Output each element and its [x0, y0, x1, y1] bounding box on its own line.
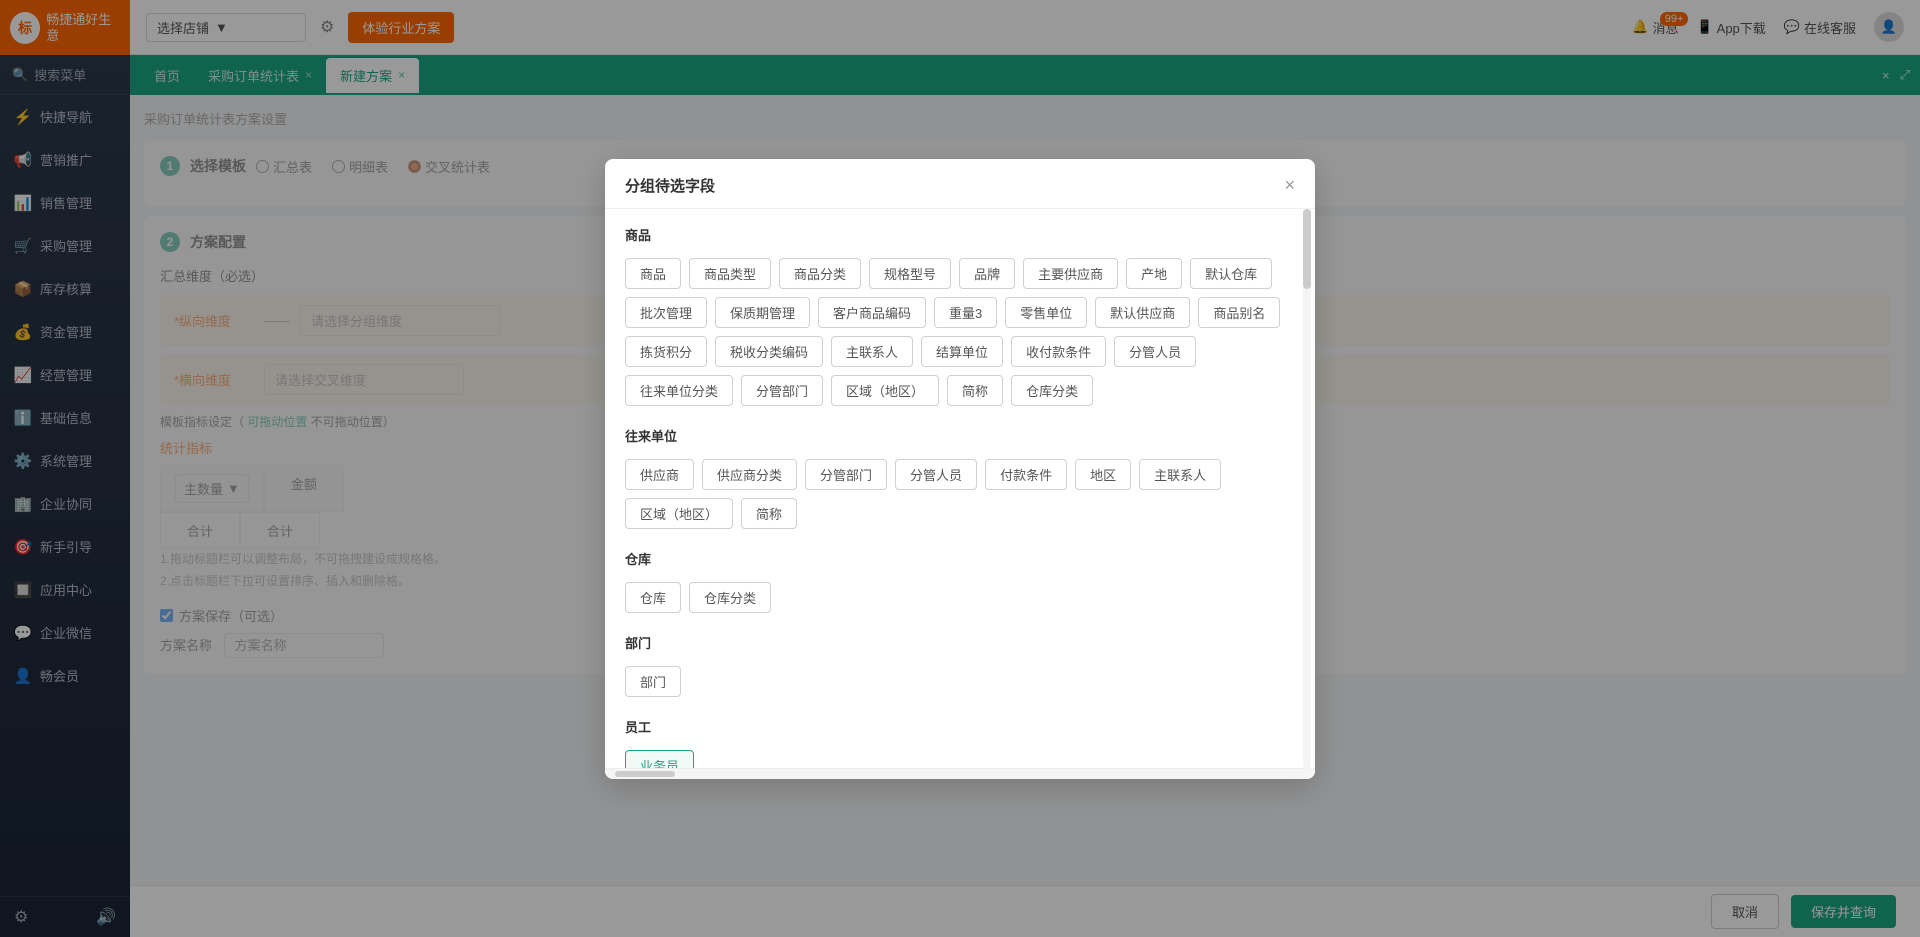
- field-tag[interactable]: 主联系人: [1139, 459, 1221, 490]
- warehouse-fields: 仓库 仓库分类: [625, 582, 1295, 613]
- field-tag[interactable]: 区域（地区）: [831, 375, 939, 406]
- field-tag[interactable]: 收付款条件: [1011, 336, 1106, 367]
- field-tag[interactable]: 分管部门: [741, 375, 823, 406]
- field-tag[interactable]: 拣货积分: [625, 336, 707, 367]
- field-tag[interactable]: 商品类型: [689, 258, 771, 289]
- section-warehouse-title: 仓库: [625, 549, 1295, 572]
- counterparty-fields: 供应商 供应商分类 分管部门 分管人员 付款条件 地区 主联系人 区域（地区） …: [625, 459, 1295, 529]
- field-tag[interactable]: 主联系人: [831, 336, 913, 367]
- dialog-hscroll-thumb[interactable]: [615, 771, 675, 777]
- field-tag[interactable]: 地区: [1075, 459, 1131, 490]
- field-tag[interactable]: 默认仓库: [1190, 258, 1272, 289]
- dialog-scrollbar-thumb[interactable]: [1303, 209, 1311, 289]
- employee-fields: 业务员: [625, 750, 1295, 768]
- section-employee: 员工 业务员: [625, 717, 1295, 768]
- field-tag[interactable]: 仓库分类: [1011, 375, 1093, 406]
- section-department-title: 部门: [625, 633, 1295, 656]
- field-tag[interactable]: 产地: [1126, 258, 1182, 289]
- field-tag[interactable]: 仓库分类: [689, 582, 771, 613]
- field-tag[interactable]: 商品分类: [779, 258, 861, 289]
- section-employee-title: 员工: [625, 717, 1295, 740]
- section-goods: 商品 商品 商品类型 商品分类 规格型号 品牌 主要供应商 产地 默认仓库 批次…: [625, 225, 1295, 406]
- field-tag[interactable]: 仓库: [625, 582, 681, 613]
- field-tag[interactable]: 默认供应商: [1095, 297, 1190, 328]
- department-fields: 部门: [625, 666, 1295, 697]
- field-tag[interactable]: 分管人员: [895, 459, 977, 490]
- field-tag[interactable]: 付款条件: [985, 459, 1067, 490]
- section-warehouse: 仓库 仓库 仓库分类: [625, 549, 1295, 613]
- goods-fields: 商品 商品类型 商品分类 规格型号 品牌 主要供应商 产地 默认仓库 批次管理 …: [625, 258, 1295, 406]
- field-tag[interactable]: 主要供应商: [1023, 258, 1118, 289]
- field-tag[interactable]: 结算单位: [921, 336, 1003, 367]
- section-counterparty-title: 往来单位: [625, 426, 1295, 449]
- field-tag[interactable]: 品牌: [959, 258, 1015, 289]
- field-tag[interactable]: 供应商分类: [702, 459, 797, 490]
- dialog: 分组待选字段 × 商品 商品 商品类型 商品分类 规格型号 品牌 主要供应商 产…: [605, 159, 1315, 779]
- dialog-close-button[interactable]: ×: [1284, 175, 1295, 196]
- section-department: 部门 部门: [625, 633, 1295, 697]
- dialog-overlay: 分组待选字段 × 商品 商品 商品类型 商品分类 规格型号 品牌 主要供应商 产…: [0, 0, 1920, 937]
- field-tag[interactable]: 分管人员: [1114, 336, 1196, 367]
- field-tag[interactable]: 区域（地区）: [625, 498, 733, 529]
- section-counterparty: 往来单位 供应商 供应商分类 分管部门 分管人员 付款条件 地区 主联系人 区域…: [625, 426, 1295, 529]
- field-tag[interactable]: 零售单位: [1005, 297, 1087, 328]
- dialog-scrollbar-track: [1303, 209, 1311, 769]
- dialog-header: 分组待选字段 ×: [605, 159, 1315, 209]
- field-tag[interactable]: 供应商: [625, 459, 694, 490]
- field-tag[interactable]: 商品: [625, 258, 681, 289]
- field-tag-employee[interactable]: 业务员: [625, 750, 694, 768]
- field-tag[interactable]: 分管部门: [805, 459, 887, 490]
- field-tag[interactable]: 简称: [947, 375, 1003, 406]
- dialog-hscroll: [605, 768, 1315, 779]
- section-goods-title: 商品: [625, 225, 1295, 248]
- dialog-body[interactable]: 商品 商品 商品类型 商品分类 规格型号 品牌 主要供应商 产地 默认仓库 批次…: [605, 209, 1315, 768]
- field-tag[interactable]: 保质期管理: [715, 297, 810, 328]
- field-tag[interactable]: 重量3: [934, 297, 997, 328]
- field-tag[interactable]: 部门: [625, 666, 681, 697]
- field-tag[interactable]: 客户商品编码: [818, 297, 926, 328]
- field-tag[interactable]: 规格型号: [869, 258, 951, 289]
- dialog-title: 分组待选字段: [625, 175, 715, 196]
- field-tag[interactable]: 税收分类编码: [715, 336, 823, 367]
- field-tag[interactable]: 商品别名: [1198, 297, 1280, 328]
- field-tag[interactable]: 简称: [741, 498, 797, 529]
- field-tag[interactable]: 批次管理: [625, 297, 707, 328]
- field-tag[interactable]: 往来单位分类: [625, 375, 733, 406]
